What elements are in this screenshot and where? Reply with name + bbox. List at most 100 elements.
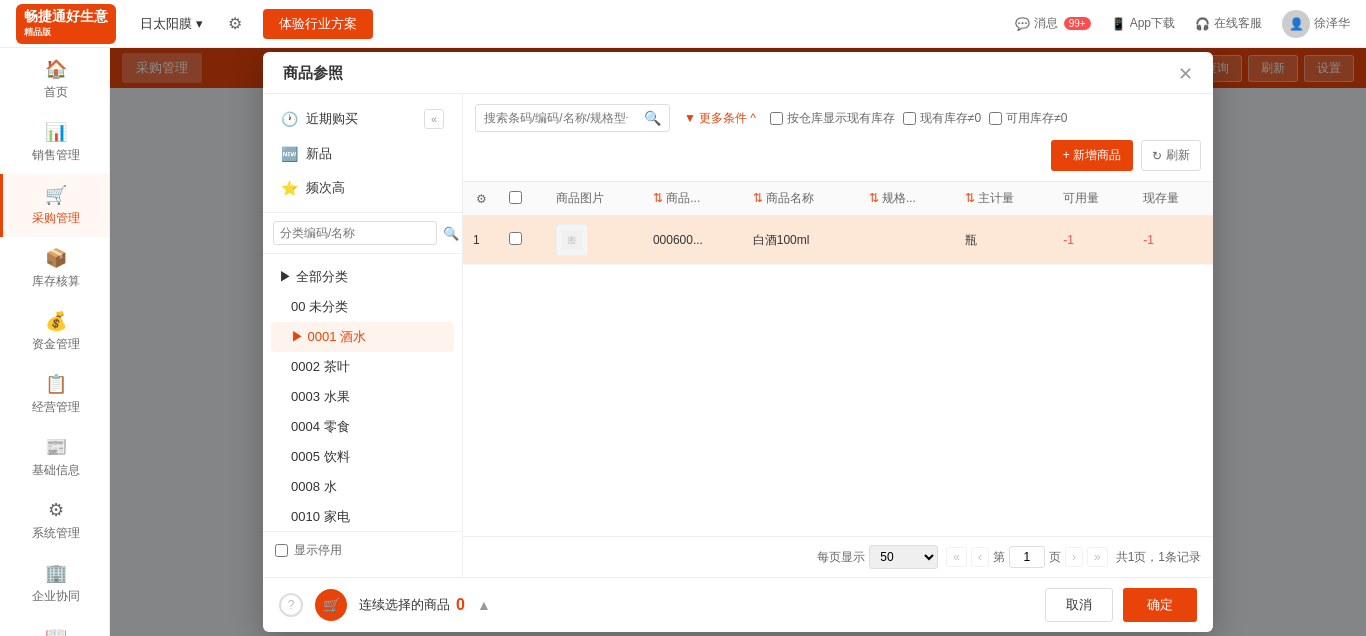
row-name: 白酒100ml: [743, 216, 859, 265]
cat-0010-label: 0010 家电: [291, 508, 350, 526]
settings-col-header[interactable]: ⚙: [463, 182, 499, 216]
row-checkbox[interactable]: [509, 232, 522, 245]
online-service-label: 在线客服: [1214, 15, 1262, 32]
message-badge: 99+: [1064, 17, 1091, 30]
category-search-icon[interactable]: 🔍: [443, 226, 459, 241]
cat-all[interactable]: ▶ 全部分类: [271, 262, 454, 292]
name-col-header[interactable]: ⇅ 商品名称: [743, 182, 859, 216]
row-code: 000600...: [643, 216, 743, 265]
message-item[interactable]: 💬 消息 99+: [1015, 15, 1091, 32]
cat-0005[interactable]: 0005 饮料: [271, 442, 454, 472]
selected-label: 连续选择的商品: [359, 596, 450, 614]
cat-00[interactable]: 00 未分类: [271, 292, 454, 322]
show-disabled-row: 显示停用: [263, 531, 462, 569]
store-name: 日太阳膜: [140, 15, 192, 33]
sidebar-item-enterprise[interactable]: 🏢 企业协同: [0, 552, 109, 615]
cat-all-label: ▶ 全部分类: [279, 268, 348, 286]
product-thumbnail: 图: [556, 224, 588, 256]
chevron-down-icon: ▾: [196, 16, 203, 31]
help-icon[interactable]: ?: [279, 593, 303, 617]
image-col-header: 商品图片: [546, 182, 643, 216]
table-row[interactable]: 1 图: [463, 216, 1213, 265]
stock-not-zero-checkbox[interactable]: 现有库存≠0: [903, 110, 981, 127]
cat-0010[interactable]: 0010 家电: [271, 502, 454, 531]
sidebar-item-sales[interactable]: 📊 销售管理: [0, 111, 109, 174]
navbar-center: ⚙ 体验行业方案: [219, 8, 1015, 40]
cat-0002[interactable]: 0002 茶叶: [271, 352, 454, 382]
refresh-button[interactable]: ↻ 刷新: [1141, 140, 1201, 171]
code-col-header[interactable]: ⇅ 商品...: [643, 182, 743, 216]
sidebar-item-basic-info[interactable]: 📰 基础信息: [0, 426, 109, 489]
checkbox-col-header[interactable]: [499, 182, 546, 216]
select-all-checkbox[interactable]: [509, 191, 522, 204]
footer-actions: 取消 确定: [1045, 588, 1197, 622]
warehouse-stock-label: 按仓库显示现有库存: [787, 110, 895, 127]
collapse-icon[interactable]: «: [424, 109, 444, 129]
confirm-button[interactable]: 确定: [1123, 588, 1197, 622]
product-reference-modal: 商品参照 ✕ 🕐 近期购买 «: [263, 52, 1213, 632]
last-page-button[interactable]: »: [1087, 547, 1108, 567]
product-table: ⚙ 商品图片 ⇅ 商品... ⇅ 商品名称: [463, 182, 1213, 265]
message-icon: 💬: [1015, 17, 1030, 31]
category-search-input[interactable]: [273, 221, 437, 245]
filter-button[interactable]: ▼ 更多条件 ^: [678, 106, 762, 131]
cat-0008[interactable]: 0008 水: [271, 472, 454, 502]
sidebar-item-purchase[interactable]: 🛒 采购管理: [0, 174, 109, 237]
page-size-select[interactable]: 10 20 50 100: [869, 545, 938, 569]
svg-text:图: 图: [568, 236, 576, 245]
footer-collapse-icon[interactable]: ▲: [477, 597, 491, 613]
next-page-button[interactable]: ›: [1065, 547, 1083, 567]
available-not-zero-input[interactable]: [989, 112, 1002, 125]
warehouse-stock-input[interactable]: [770, 112, 783, 125]
row-image-cell: 图: [546, 216, 643, 265]
unit-col-header[interactable]: ⇅ 主计量: [955, 182, 1054, 216]
cat-0001[interactable]: ▶ 0001 酒水: [271, 322, 454, 352]
cat-0004[interactable]: 0004 零食: [271, 412, 454, 442]
warehouse-stock-checkbox[interactable]: 按仓库显示现有库存: [770, 110, 895, 127]
cat-0001-label: ▶ 0001 酒水: [291, 328, 366, 346]
settings-icon[interactable]: ⚙: [219, 8, 251, 40]
sidebar-item-label: 库存核算: [32, 273, 80, 290]
spec-col-header[interactable]: ⇅ 规格...: [859, 182, 955, 216]
recent-purchase-item[interactable]: 🕐 近期购买 «: [271, 102, 454, 136]
sidebar-item-inventory[interactable]: 📦 库存核算: [0, 237, 109, 300]
cart-icon[interactable]: 🛒: [315, 589, 347, 621]
sidebar: 🏠 首页 📊 销售管理 🛒 采购管理 📦 库存核算 💰 资金管理 📋 经营管理 …: [0, 48, 110, 636]
clock-icon: 🕐: [281, 111, 298, 127]
sales-icon: 📊: [45, 121, 67, 143]
modal-close-button[interactable]: ✕: [1178, 65, 1193, 83]
message-label: 消息: [1034, 15, 1058, 32]
navbar: 畅捷通好生意 精品版 日太阳膜 ▾ ⚙ 体验行业方案 💬 消息 99+ 📱 Ap…: [0, 0, 1366, 48]
sidebar-item-system[interactable]: ⚙ 系统管理: [0, 489, 109, 552]
sidebar-item-label: 企业协同: [32, 588, 80, 605]
refresh-icon: ↻: [1152, 149, 1162, 163]
row-checkbox-cell[interactable]: [499, 216, 546, 265]
cancel-button[interactable]: 取消: [1045, 588, 1113, 622]
sort-icon: ⇅: [653, 191, 663, 205]
prev-page-button[interactable]: ‹: [971, 547, 989, 567]
frequent-item[interactable]: ⭐ 频次高: [271, 172, 454, 204]
product-search-input[interactable]: [476, 106, 636, 130]
store-selector[interactable]: 日太阳膜 ▾: [132, 11, 211, 37]
page-label2: 页: [1049, 549, 1061, 566]
show-disabled-checkbox[interactable]: [275, 544, 288, 557]
sidebar-item-operations[interactable]: 📋 经营管理: [0, 363, 109, 426]
available-not-zero-checkbox[interactable]: 可用库存≠0: [989, 110, 1067, 127]
frequent-label: 频次高: [306, 179, 345, 197]
user-info[interactable]: 👤 徐泽华: [1282, 10, 1350, 38]
sort-icon2: ⇅: [753, 191, 763, 205]
sidebar-item-finance[interactable]: 💰 资金管理: [0, 300, 109, 363]
product-search-button[interactable]: 🔍: [636, 105, 669, 131]
add-product-button[interactable]: + 新增商品: [1051, 140, 1133, 171]
page-number-input[interactable]: [1009, 546, 1045, 568]
modal-body: 🕐 近期购买 « 🆕 新品 ⭐ 频次高: [263, 94, 1213, 577]
app-download-item[interactable]: 📱 App下载: [1111, 15, 1175, 32]
online-service-item[interactable]: 🎧 在线客服: [1195, 15, 1262, 32]
cat-0003[interactable]: 0003 水果: [271, 382, 454, 412]
sidebar-item-home[interactable]: 🏠 首页: [0, 48, 109, 111]
new-product-item[interactable]: 🆕 新品: [271, 138, 454, 170]
sidebar-item-guide[interactable]: 📖 新手引导: [0, 615, 109, 636]
first-page-button[interactable]: «: [946, 547, 967, 567]
experience-btn[interactable]: 体验行业方案: [263, 9, 373, 39]
stock-not-zero-input[interactable]: [903, 112, 916, 125]
